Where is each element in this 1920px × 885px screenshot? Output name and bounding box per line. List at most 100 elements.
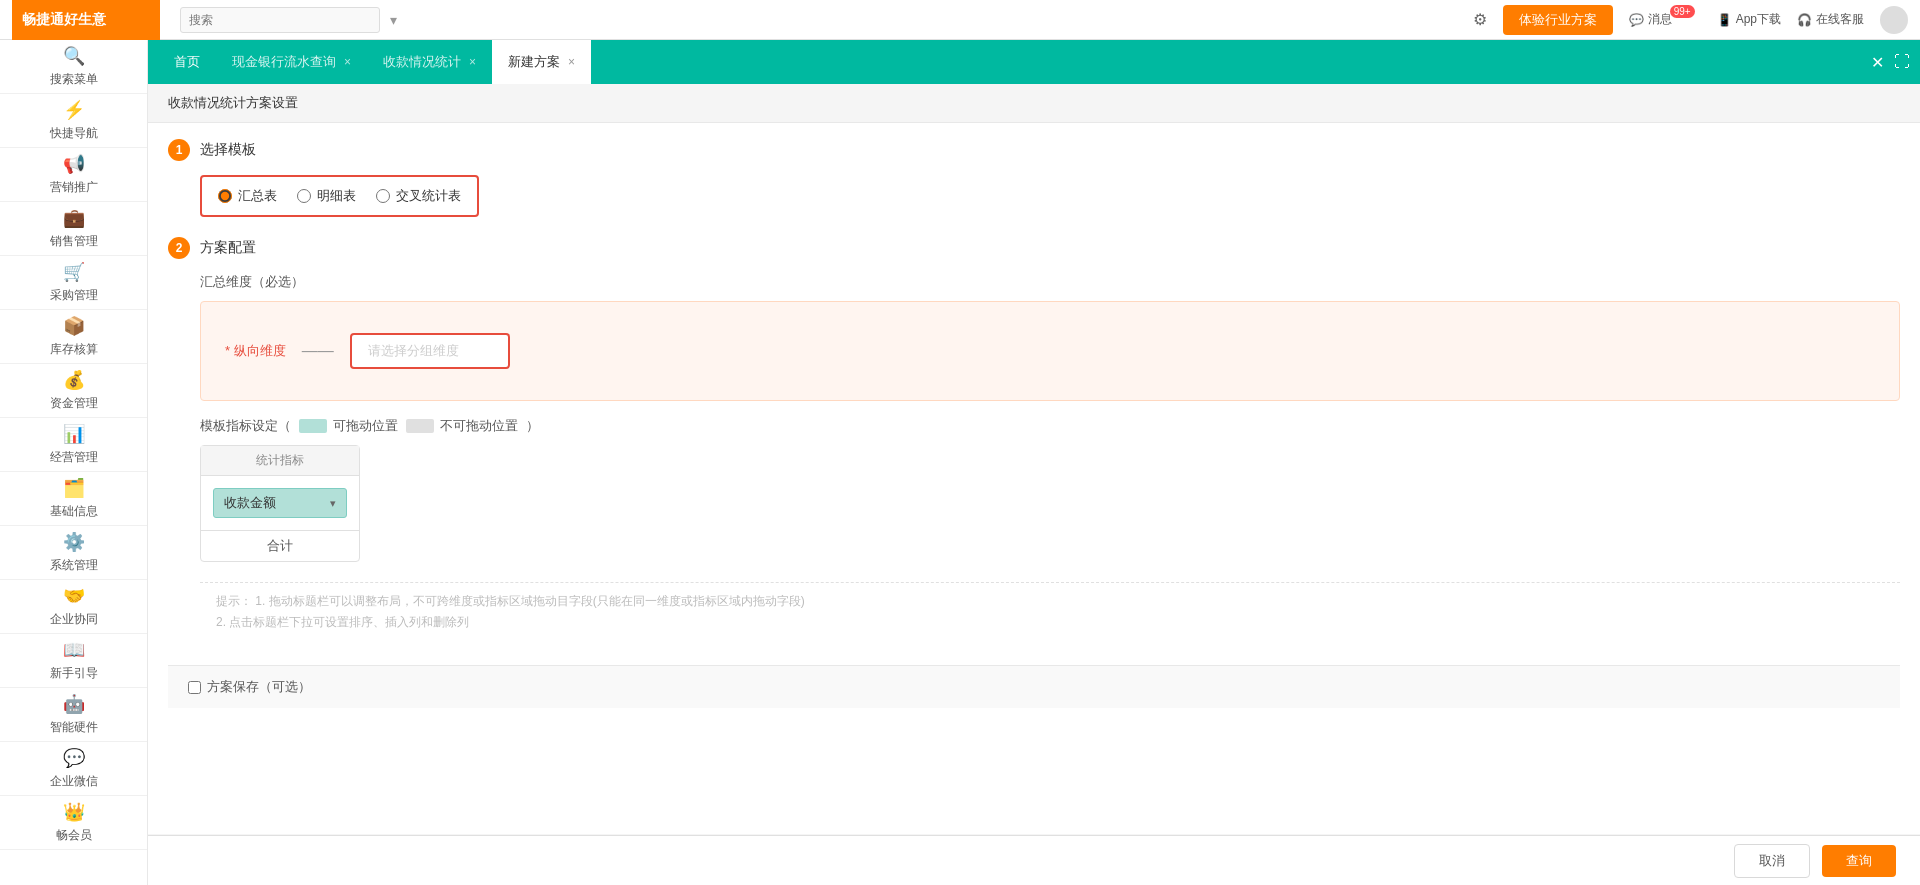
dim-arrow-icon: —— <box>302 342 334 360</box>
radio-summary-input[interactable] <box>218 189 232 203</box>
message-action[interactable]: 💬 消息 99+ <box>1629 11 1701 28</box>
gear-icon[interactable]: ⚙ <box>1473 10 1487 29</box>
radio-summary[interactable]: 汇总表 <box>218 187 277 205</box>
tab-home[interactable]: 首页 <box>158 40 216 84</box>
dimension-row: * 纵向维度 —— 请选择分组维度 <box>225 333 510 369</box>
radio-detail[interactable]: 明细表 <box>297 187 356 205</box>
legend-movable-label: 可拖动位置 <box>333 417 398 435</box>
tips-area: 提示： 1. 拖动标题栏可以调整布局，不可跨维度或指标区域拖动目字段(只能在同一… <box>200 582 1900 645</box>
step1-num: 1 <box>168 139 190 161</box>
sidebar-item-member[interactable]: 👑 畅会员 <box>0 796 147 850</box>
radio-detail-input[interactable] <box>297 189 311 203</box>
system-icon: ⚙️ <box>63 531 85 553</box>
sidebar-item-purchase[interactable]: 🛒 采购管理 <box>0 256 147 310</box>
download-label: App下载 <box>1736 11 1781 28</box>
step1-section: 1 选择模板 汇总表 明细表 交叉统计表 <box>168 139 1900 217</box>
tab-collection-close[interactable]: × <box>469 55 476 69</box>
tip2: 2. 点击标题栏下拉可设置排序、插入列和删除列 <box>200 614 1900 631</box>
sidebar-item-basicinfo[interactable]: 🗂️ 基础信息 <box>0 472 147 526</box>
tab-bar: 首页 现金银行流水查询 × 收款情况统计 × 新建方案 × ✕ ⛶ <box>148 40 1920 84</box>
tab-newplan[interactable]: 新建方案 × <box>492 40 591 84</box>
tip1: 提示： 1. 拖动标题栏可以调整布局，不可跨维度或指标区域拖动目字段(只能在同一… <box>200 593 1900 610</box>
logo-text: 畅捷通好生意 <box>22 11 106 29</box>
sidebar-item-collab[interactable]: 🤝 企业协同 <box>0 580 147 634</box>
sidebar-item-search[interactable]: 🔍 搜索菜单 <box>0 40 147 94</box>
tab-cashbank-close[interactable]: × <box>344 55 351 69</box>
dim-placeholder[interactable]: 请选择分组维度 <box>350 333 510 369</box>
sidebar-item-hardware[interactable]: 🤖 智能硬件 <box>0 688 147 742</box>
sidebar-item-label: 库存核算 <box>50 341 98 358</box>
cancel-button[interactable]: 取消 <box>1734 844 1810 878</box>
save-checkbox-input[interactable] <box>188 681 201 694</box>
sales-icon: 💼 <box>63 207 85 229</box>
search-dropdown-icon[interactable]: ▾ <box>390 12 397 28</box>
step1-header: 1 选择模板 <box>168 139 1900 161</box>
tab-expand-button[interactable]: ⛶ <box>1894 53 1910 71</box>
sidebar-item-sales[interactable]: 💼 销售管理 <box>0 202 147 256</box>
trial-button[interactable]: 体验行业方案 <box>1503 5 1613 35</box>
user-avatar[interactable] <box>1880 6 1908 34</box>
tab-collection[interactable]: 收款情况统计 × <box>367 40 492 84</box>
sidebar-item-finance[interactable]: 💰 资金管理 <box>0 364 147 418</box>
sidebar-item-inventory[interactable]: 📦 库存核算 <box>0 310 147 364</box>
tab-newplan-close[interactable]: × <box>568 55 575 69</box>
guide-icon: 📖 <box>63 639 85 661</box>
service-action[interactable]: 🎧 在线客服 <box>1797 11 1864 28</box>
sidebar-item-system[interactable]: ⚙️ 系统管理 <box>0 526 147 580</box>
basicinfo-icon: 🗂️ <box>63 477 85 499</box>
quicknav-icon: ⚡ <box>63 99 85 121</box>
sidebar-item-label: 经营管理 <box>50 449 98 466</box>
search-input[interactable] <box>180 7 380 33</box>
step1-title: 选择模板 <box>200 141 256 159</box>
sidebar-item-label: 销售管理 <box>50 233 98 250</box>
step2-header: 2 方案配置 <box>168 237 1900 259</box>
management-icon: 📊 <box>63 423 85 445</box>
indicator-tag-amount[interactable]: 收款金额 ▾ <box>213 488 347 518</box>
indicator-header: 统计指标 <box>201 446 359 476</box>
logo-area: 畅捷通好生意 <box>12 0 160 40</box>
template-selector: 汇总表 明细表 交叉统计表 <box>200 175 479 217</box>
tab-collection-label: 收款情况统计 <box>383 53 461 71</box>
message-icon: 💬 <box>1629 13 1644 27</box>
hardware-icon: 🤖 <box>63 693 85 715</box>
collab-icon: 🤝 <box>63 585 85 607</box>
tab-cashbank-label: 现金银行流水查询 <box>232 53 336 71</box>
sidebar-item-wechat[interactable]: 💬 企业微信 <box>0 742 147 796</box>
legend-movable-item: 可拖动位置 <box>299 417 398 435</box>
sidebar-item-label: 快捷导航 <box>50 125 98 142</box>
step2-title: 方案配置 <box>200 239 256 257</box>
sidebar-item-marketing[interactable]: 📢 营销推广 <box>0 148 147 202</box>
sidebar-item-guide[interactable]: 📖 新手引导 <box>0 634 147 688</box>
radio-detail-label: 明细表 <box>317 187 356 205</box>
top-bar: 畅捷通好生意 ▾ ⚙ 体验行业方案 💬 消息 99+ 📱 App下载 🎧 在线客… <box>0 0 1920 40</box>
page-body: 1 选择模板 汇总表 明细表 交叉统计表 <box>148 123 1920 834</box>
sidebar-item-management[interactable]: 📊 经营管理 <box>0 418 147 472</box>
breadcrumb: 收款情况统计方案设置 <box>168 95 298 110</box>
radio-cross[interactable]: 交叉统计表 <box>376 187 461 205</box>
sidebar-item-label: 系统管理 <box>50 557 98 574</box>
tab-cashbank[interactable]: 现金银行流水查询 × <box>216 40 367 84</box>
service-icon: 🎧 <box>1797 13 1812 27</box>
wechat-icon: 💬 <box>63 747 85 769</box>
query-button[interactable]: 查询 <box>1822 845 1896 877</box>
dimension-area: * 纵向维度 —— 请选择分组维度 <box>200 301 1900 401</box>
sidebar-item-quicknav[interactable]: ⚡ 快捷导航 <box>0 94 147 148</box>
marketing-icon: 📢 <box>63 153 85 175</box>
service-label: 在线客服 <box>1816 11 1864 28</box>
indicator-table: 统计指标 收款金额 ▾ 合计 <box>200 445 360 562</box>
sidebar-item-label: 畅会员 <box>56 827 92 844</box>
download-action[interactable]: 📱 App下载 <box>1717 11 1781 28</box>
page-header: 收款情况统计方案设置 <box>148 84 1920 123</box>
legend-movable-box <box>299 419 327 433</box>
radio-cross-input[interactable] <box>376 189 390 203</box>
legend-fixed-item: 不可拖动位置 <box>406 417 518 435</box>
sidebar-item-label: 营销推广 <box>50 179 98 196</box>
sidebar-item-label: 新手引导 <box>50 665 98 682</box>
sidebar-item-label: 采购管理 <box>50 287 98 304</box>
download-icon: 📱 <box>1717 13 1732 27</box>
indicator-settings-row: 模板指标设定（ 可拖动位置 不可拖动位置 ） <box>200 417 1900 435</box>
indicator-tag-down-icon[interactable]: ▾ <box>330 497 336 510</box>
finance-icon: 💰 <box>63 369 85 391</box>
tab-close-all-button[interactable]: ✕ <box>1871 53 1884 72</box>
save-checkbox-label[interactable]: 方案保存（可选） <box>188 678 311 696</box>
